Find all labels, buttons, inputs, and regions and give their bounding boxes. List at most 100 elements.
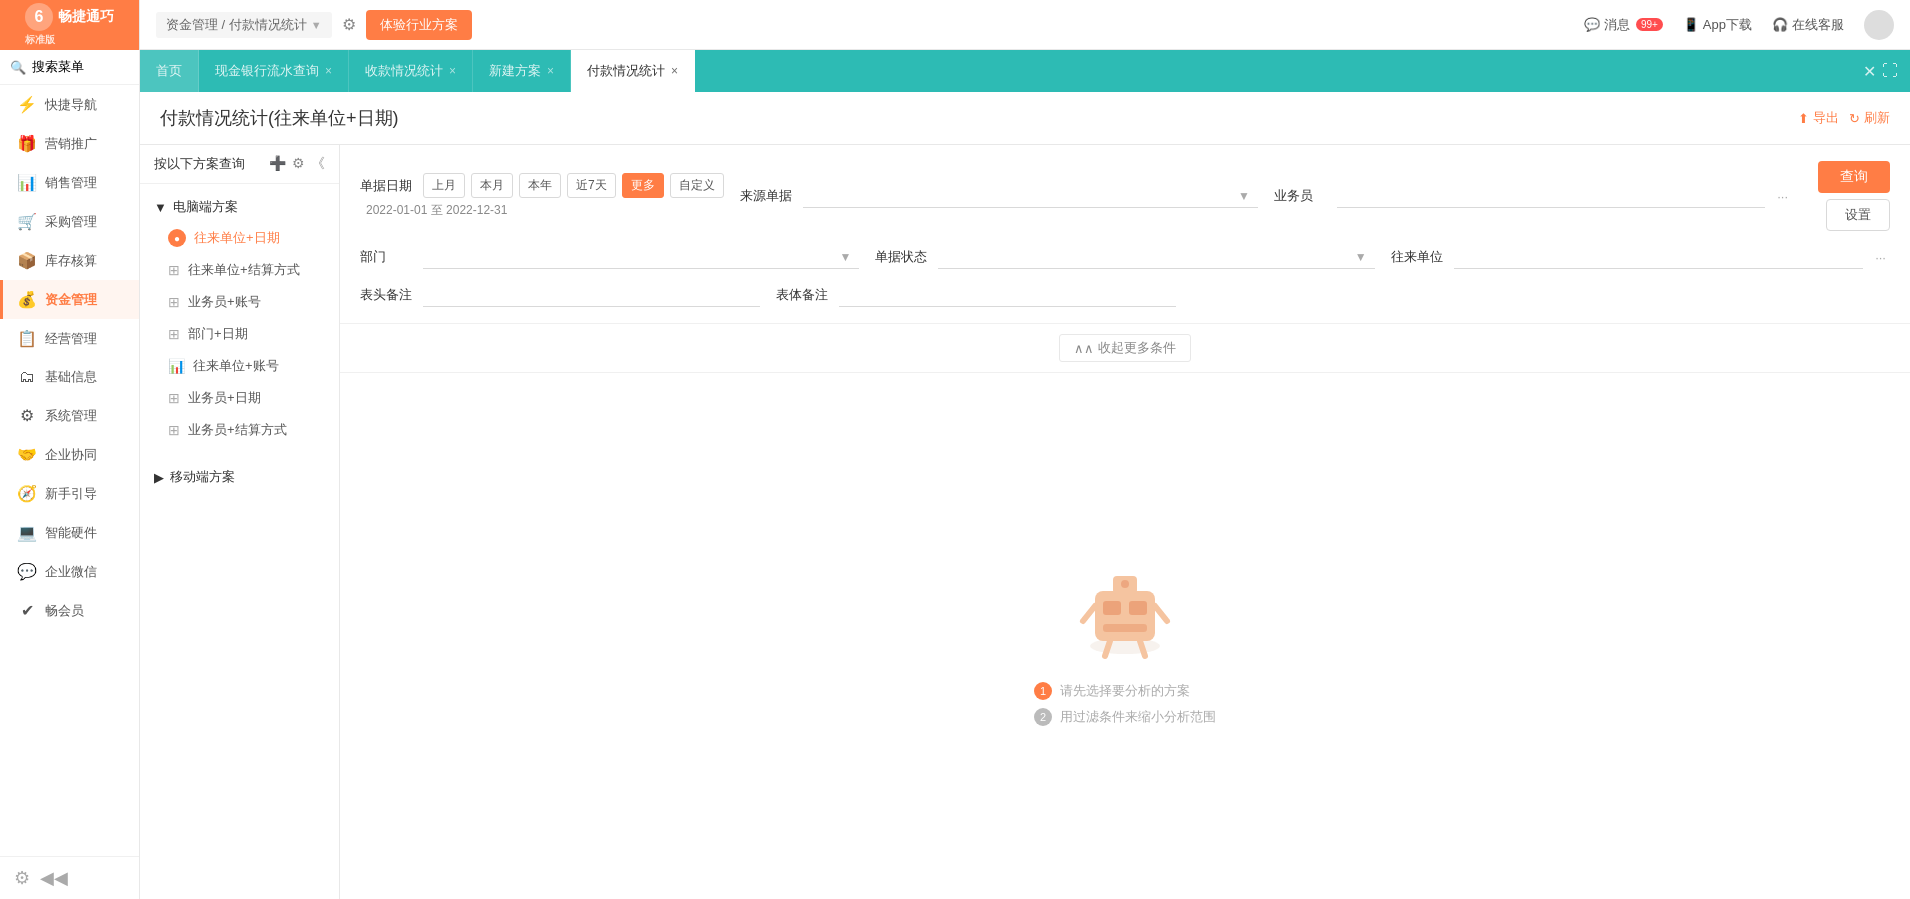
sidebar-item-inventory[interactable]: 📦 库存核算 <box>0 241 139 280</box>
empty-state: 1 请先选择要分析的方案 2 用过滤条件来缩小分析范围 <box>340 373 1910 899</box>
scheme-item-staff-account[interactable]: ⊞ 业务员+账号 <box>140 286 339 318</box>
empty-illustration <box>1065 546 1185 666</box>
tab-home[interactable]: 首页 <box>140 50 199 92</box>
mobile-group-arrow: ▶ <box>154 470 164 485</box>
date-btn-custom[interactable]: 自定义 <box>670 173 724 198</box>
header-gear-icon[interactable]: ⚙ <box>342 15 356 34</box>
collapse-btn[interactable]: ∧∧ 收起更多条件 <box>1059 334 1191 362</box>
empty-tip-1: 1 请先选择要分析的方案 <box>1034 682 1216 700</box>
staff-input[interactable] <box>1337 188 1765 203</box>
sidebar-item-purchase[interactable]: 🛒 采购管理 <box>0 202 139 241</box>
base-icon: 🗂 <box>17 368 37 386</box>
sales-icon: 📊 <box>17 173 37 192</box>
sidebar-item-capital[interactable]: 💰 资金管理 <box>0 280 139 319</box>
header-note-input[interactable] <box>423 287 760 302</box>
sidebar-item-guide[interactable]: 🧭 新手引导 <box>0 474 139 513</box>
sidebar-item-wechat[interactable]: 💬 企业微信 <box>0 552 139 591</box>
app-download-label: App下载 <box>1703 16 1752 34</box>
filter-unit-item: 往来单位 ··· <box>1391 245 1890 269</box>
enterprise-icon: 🤝 <box>17 445 37 464</box>
source-label: 来源单据 <box>740 187 795 205</box>
scheme-item-unit-account[interactable]: 📊 往来单位+账号 <box>140 350 339 382</box>
scheme-item-unit-settle[interactable]: ⊞ 往来单位+结算方式 <box>140 254 339 286</box>
body-note-input[interactable] <box>839 287 1176 302</box>
desktop-group-title[interactable]: ▼ 电脑端方案 <box>140 192 339 222</box>
sidebar-search[interactable]: 🔍 搜索菜单 <box>0 50 139 85</box>
filter-staff-item: 业务员 ··· <box>1274 184 1792 208</box>
date-btn-this-month[interactable]: 本月 <box>471 173 513 198</box>
date-btn-more[interactable]: 更多 <box>622 173 664 198</box>
sidebar-item-label: 智能硬件 <box>45 524 97 542</box>
date-btn-7days[interactable]: 近7天 <box>567 173 616 198</box>
unit-input[interactable] <box>1454 249 1863 264</box>
sidebar-item-vip[interactable]: ✔ 畅会员 <box>0 591 139 630</box>
tab-new-plan[interactable]: 新建方案 × <box>473 50 571 92</box>
filter-voucher-item: 单据状态 ▼ <box>875 246 1374 269</box>
notification-icon: 💬 <box>1584 17 1600 32</box>
filter-body-note-item: 表体备注 <box>776 283 1176 307</box>
scheme-item-staff-settle[interactable]: ⊞ 业务员+结算方式 <box>140 414 339 446</box>
sidebar-item-label: 企业微信 <box>45 563 97 581</box>
online-service-label: 在线客服 <box>1792 16 1844 34</box>
unit-ellipsis[interactable]: ··· <box>1871 250 1890 265</box>
date-btn-this-year[interactable]: 本年 <box>519 173 561 198</box>
sidebar-item-operation[interactable]: 📋 经营管理 <box>0 319 139 358</box>
system-icon: ⚙ <box>17 406 37 425</box>
export-btn[interactable]: ⬆ 导出 <box>1798 109 1839 127</box>
sidebar-item-enterprise[interactable]: 🤝 企业协同 <box>0 435 139 474</box>
sidebar-collapse-icon[interactable]: ◀◀ <box>40 867 68 889</box>
scheme-item-unit-date[interactable]: ● 往来单位+日期 <box>140 222 339 254</box>
tab-receipt-stats[interactable]: 收款情况统计 × <box>349 50 473 92</box>
tab-bank-flow-close[interactable]: × <box>325 64 332 78</box>
sidebar-item-system[interactable]: ⚙ 系统管理 <box>0 396 139 435</box>
trial-btn[interactable]: 体验行业方案 <box>366 10 472 40</box>
scheme-settings-icon[interactable]: ⚙ <box>292 155 305 173</box>
app-download-item[interactable]: 📱 App下载 <box>1683 16 1752 34</box>
source-select[interactable]: ▼ <box>803 185 1258 208</box>
tip-text-2: 用过滤条件来缩小分析范围 <box>1060 708 1216 726</box>
scheme-add-icon[interactable]: ➕ <box>269 155 286 173</box>
sidebar-item-sales[interactable]: 📊 销售管理 <box>0 163 139 202</box>
staff-ellipsis[interactable]: ··· <box>1773 189 1792 204</box>
tab-close-all-icon[interactable]: ✕ <box>1863 62 1876 81</box>
filter-row-2: 部门 ▼ 单据状态 ▼ 往来单位 <box>360 245 1890 269</box>
active-scheme-dot: ● <box>168 229 186 247</box>
notification-label: 消息 <box>1604 16 1630 34</box>
scheme-item-dept-date[interactable]: ⊞ 部门+日期 <box>140 318 339 350</box>
date-label: 单据日期 <box>360 177 415 195</box>
sidebar-item-quick-nav[interactable]: ⚡ 快捷导航 <box>0 85 139 124</box>
filter-dept-item: 部门 ▼ <box>360 246 859 269</box>
sidebar-item-marketing[interactable]: 🎁 营销推广 <box>0 124 139 163</box>
refresh-icon: ↻ <box>1849 111 1860 126</box>
online-service-item[interactable]: 🎧 在线客服 <box>1772 16 1844 34</box>
sidebar: 6 畅捷通巧 标准版 🔍 搜索菜单 ⚡ 快捷导航 🎁 营销推广 📊 销售管理 🛒… <box>0 0 140 899</box>
notification-item[interactable]: 💬 消息 99+ <box>1584 16 1663 34</box>
tab-bank-flow[interactable]: 现金银行流水查询 × <box>199 50 349 92</box>
scheme-item-staff-date[interactable]: ⊞ 业务员+日期 <box>140 382 339 414</box>
tab-payment-stats-close[interactable]: × <box>671 64 678 78</box>
scheme-collapse-icon[interactable]: 《 <box>311 155 325 173</box>
query-btn[interactable]: 查询 <box>1818 161 1890 193</box>
logo-icon: 6 <box>25 3 53 31</box>
avatar[interactable] <box>1864 10 1894 40</box>
sidebar-item-hardware[interactable]: 💻 智能硬件 <box>0 513 139 552</box>
svg-point-6 <box>1121 580 1129 588</box>
dept-select[interactable]: ▼ <box>423 246 859 269</box>
refresh-btn[interactable]: ↻ 刷新 <box>1849 109 1890 127</box>
notification-badge: 99+ <box>1636 18 1663 31</box>
sidebar-item-base[interactable]: 🗂 基础信息 <box>0 358 139 396</box>
dept-label: 部门 <box>360 248 415 266</box>
tab-maximize-icon[interactable]: ⛶ <box>1882 62 1898 80</box>
setting-btn[interactable]: 设置 <box>1826 199 1890 231</box>
export-icon: ⬆ <box>1798 111 1809 126</box>
body-note-label: 表体备注 <box>776 286 831 304</box>
voucher-select[interactable]: ▼ <box>938 246 1374 269</box>
service-icon: 🎧 <box>1772 17 1788 32</box>
mobile-group-title[interactable]: ▶ 移动端方案 <box>140 462 339 492</box>
empty-tips: 1 请先选择要分析的方案 2 用过滤条件来缩小分析范围 <box>1034 682 1216 726</box>
date-btn-last-month[interactable]: 上月 <box>423 173 465 198</box>
tab-new-plan-close[interactable]: × <box>547 64 554 78</box>
tab-payment-stats[interactable]: 付款情况统计 × <box>571 50 695 92</box>
sidebar-settings-icon[interactable]: ⚙ <box>14 867 30 889</box>
tab-receipt-stats-close[interactable]: × <box>449 64 456 78</box>
